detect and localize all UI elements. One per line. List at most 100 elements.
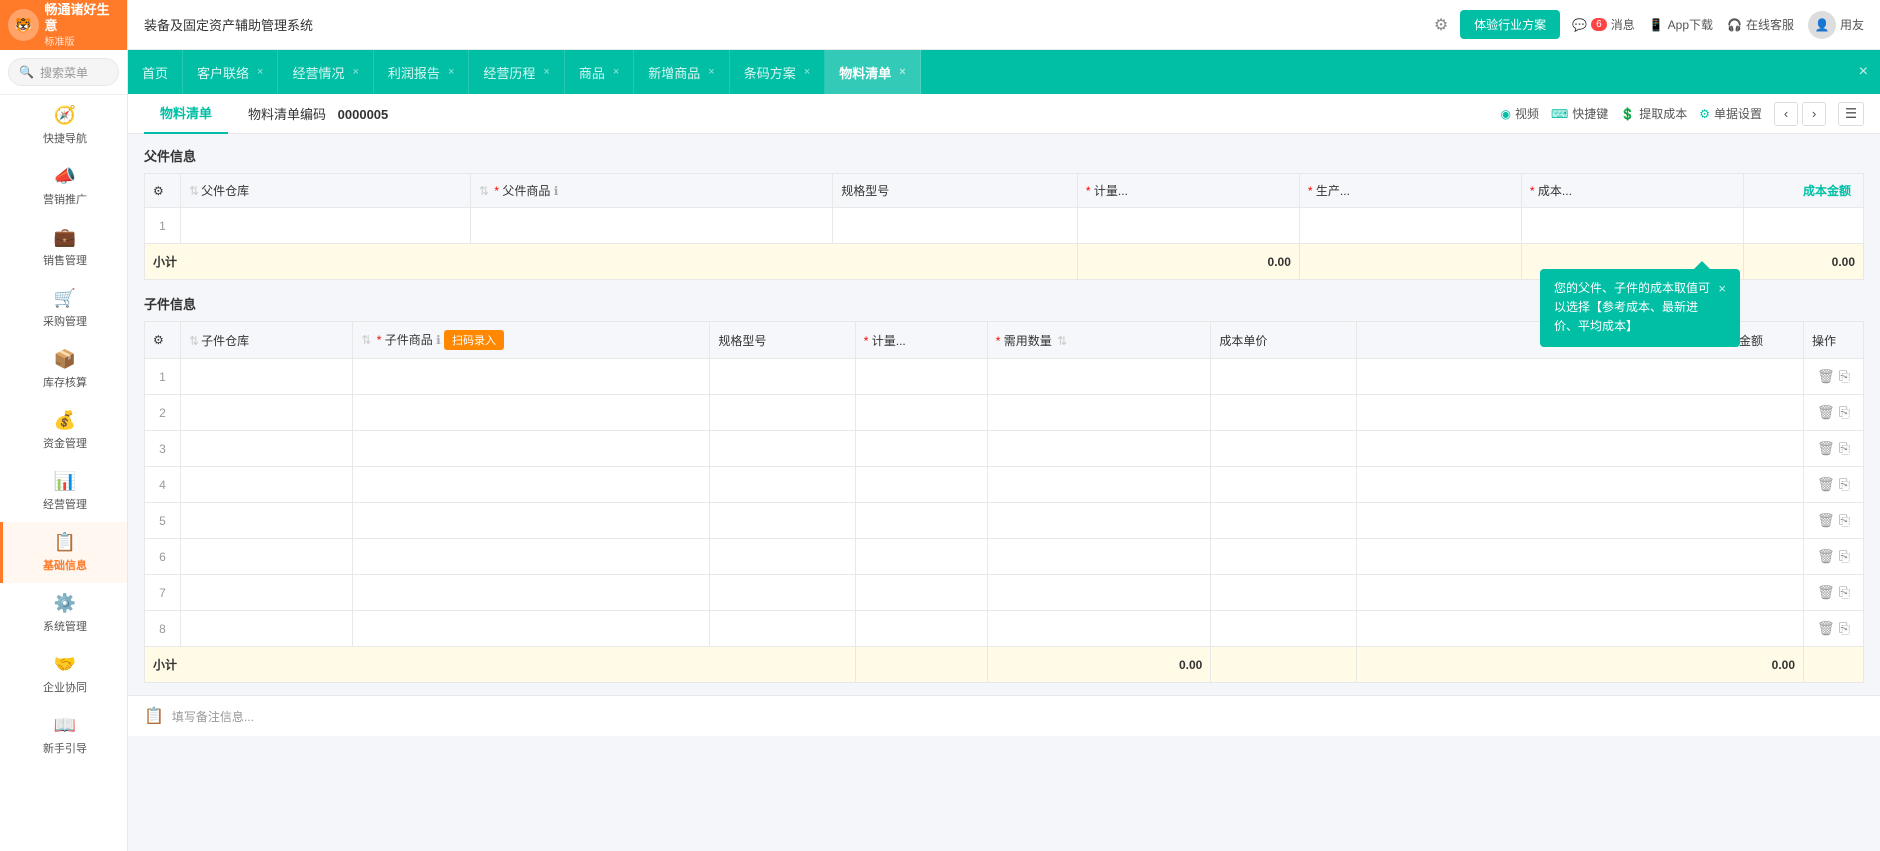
tab-barcode[interactable]: 条码方案 × xyxy=(730,50,825,94)
child-col-settings[interactable]: ⚙ xyxy=(145,322,181,359)
delete-icon[interactable]: 🗑 xyxy=(1817,512,1835,529)
copy-icon[interactable]: ⎘ xyxy=(1839,584,1850,601)
child-unit-cost-cell[interactable] xyxy=(1211,359,1356,395)
tab-goods-close[interactable]: × xyxy=(613,66,619,78)
copy-icon[interactable]: ⎘ xyxy=(1839,440,1850,457)
sidebar-item-purchase[interactable]: 🛒 采购管理 xyxy=(0,278,127,339)
child-warehouse-cell[interactable] xyxy=(181,539,353,575)
child-spec-cell[interactable] xyxy=(710,467,855,503)
child-unit-cell[interactable] xyxy=(855,431,987,467)
copy-icon[interactable]: ⎘ xyxy=(1839,476,1850,493)
tab-goods[interactable]: 商品 × xyxy=(565,50,634,94)
search-menu-button[interactable]: 🔍 搜索菜单 xyxy=(8,58,119,86)
tab-profit-close[interactable]: × xyxy=(448,66,454,78)
delete-icon[interactable]: 🗑 xyxy=(1817,476,1835,493)
tab-new-goods[interactable]: 新增商品 × xyxy=(634,50,729,94)
child-spec-cell[interactable] xyxy=(710,503,855,539)
child-spec-cell[interactable] xyxy=(710,431,855,467)
extract-cost-action[interactable]: 💲 提取成本 xyxy=(1620,105,1687,122)
sidebar-item-cooperation[interactable]: 🤝 企业协同 xyxy=(0,644,127,705)
trial-button[interactable]: 体验行业方案 xyxy=(1460,10,1560,39)
child-unit-cost-cell[interactable] xyxy=(1211,503,1356,539)
child-unit-cost-cell[interactable] xyxy=(1211,539,1356,575)
sub-tab-bom[interactable]: 物料清单 xyxy=(144,94,228,134)
parent-unit-cell[interactable] xyxy=(1077,208,1299,244)
table-view-btn[interactable]: ☰ xyxy=(1838,102,1864,126)
settings-icon[interactable]: ⚙ xyxy=(1434,15,1448,35)
user-menu[interactable]: 👤 用友 xyxy=(1808,11,1864,39)
child-unit-cost-cell[interactable] xyxy=(1211,431,1356,467)
parent-cost-cell[interactable] xyxy=(1521,208,1743,244)
copy-icon[interactable]: ⎘ xyxy=(1839,404,1850,421)
child-unit-cost-cell[interactable] xyxy=(1211,575,1356,611)
child-qty-cell[interactable] xyxy=(987,431,1211,467)
child-unit-cell[interactable] xyxy=(855,395,987,431)
tab-operations-close[interactable]: × xyxy=(352,66,358,78)
sidebar-item-finance[interactable]: 💰 资金管理 xyxy=(0,400,127,461)
tooltip-close-button[interactable]: × xyxy=(1718,279,1726,300)
tab-bom-close[interactable]: × xyxy=(899,66,905,78)
child-goods-cell[interactable] xyxy=(353,431,710,467)
child-qty-cell[interactable] xyxy=(987,503,1211,539)
tab-new-goods-close[interactable]: × xyxy=(708,66,714,78)
copy-icon[interactable]: ⎘ xyxy=(1839,512,1850,529)
child-qty-cell[interactable] xyxy=(987,611,1211,647)
view-action[interactable]: ◉ 视频 xyxy=(1500,105,1539,122)
child-qty-cell[interactable] xyxy=(987,395,1211,431)
tab-bom[interactable]: 物料清单 × xyxy=(825,50,920,94)
child-unit-cost-cell[interactable] xyxy=(1211,395,1356,431)
child-goods-cell[interactable] xyxy=(353,575,710,611)
child-unit-cell[interactable] xyxy=(855,539,987,575)
child-warehouse-cell[interactable] xyxy=(181,431,353,467)
tab-customer-close[interactable]: × xyxy=(257,66,263,78)
tab-history-close[interactable]: × xyxy=(543,66,549,78)
sidebar-item-marketing[interactable]: 📣 营销推广 xyxy=(0,156,127,217)
page-prev-btn[interactable]: ‹ xyxy=(1774,102,1798,126)
sidebar-item-basic-info[interactable]: 📋 基础信息 xyxy=(0,522,127,583)
child-unit-cell[interactable] xyxy=(855,467,987,503)
sidebar-item-operations[interactable]: 📊 经营管理 xyxy=(0,461,127,522)
child-spec-cell[interactable] xyxy=(710,611,855,647)
app-download-button[interactable]: 📱 App下载 xyxy=(1649,16,1713,33)
child-unit-cost-cell[interactable] xyxy=(1211,611,1356,647)
tab-profit[interactable]: 利润报告 × xyxy=(374,50,469,94)
tab-customer[interactable]: 客户联络 × xyxy=(183,50,278,94)
child-unit-cell[interactable] xyxy=(855,359,987,395)
child-spec-cell[interactable] xyxy=(710,575,855,611)
delete-icon[interactable]: 🗑 xyxy=(1817,548,1835,565)
copy-icon[interactable]: ⎘ xyxy=(1839,368,1850,385)
child-qty-cell[interactable] xyxy=(987,467,1211,503)
parent-col-settings[interactable]: ⚙ xyxy=(145,174,181,208)
single-settings-action[interactable]: ⚙ 单据设置 xyxy=(1699,105,1762,122)
parent-spec-cell[interactable] xyxy=(833,208,1078,244)
page-next-btn[interactable]: › xyxy=(1802,102,1826,126)
child-warehouse-cell[interactable] xyxy=(181,611,353,647)
shortcut-action[interactable]: ⌨ 快捷键 xyxy=(1551,105,1608,122)
delete-icon[interactable]: 🗑 xyxy=(1817,368,1835,385)
tab-history[interactable]: 经营历程 × xyxy=(469,50,564,94)
sidebar-item-sales[interactable]: 💼 销售管理 xyxy=(0,217,127,278)
child-warehouse-cell[interactable] xyxy=(181,359,353,395)
child-spec-cell[interactable] xyxy=(710,359,855,395)
child-goods-cell[interactable] xyxy=(353,359,710,395)
close-all-button[interactable]: × xyxy=(1847,63,1880,81)
delete-icon[interactable]: 🗑 xyxy=(1817,584,1835,601)
child-goods-cell[interactable] xyxy=(353,611,710,647)
delete-icon[interactable]: 🗑 xyxy=(1817,440,1835,457)
sidebar-item-inventory[interactable]: 📦 库存核算 xyxy=(0,339,127,400)
sidebar-item-guide[interactable]: 📖 新手引导 xyxy=(0,705,127,766)
child-warehouse-cell[interactable] xyxy=(181,503,353,539)
scan-button[interactable]: 扫码录入 xyxy=(444,330,504,350)
tab-home[interactable]: 首页 xyxy=(128,50,183,94)
copy-icon[interactable]: ⎘ xyxy=(1839,620,1850,637)
child-goods-cell[interactable] xyxy=(353,503,710,539)
sidebar-item-system[interactable]: ⚙️ 系统管理 xyxy=(0,583,127,644)
parent-warehouse-cell[interactable] xyxy=(181,208,471,244)
child-warehouse-cell[interactable] xyxy=(181,575,353,611)
child-qty-cell[interactable] xyxy=(987,359,1211,395)
child-goods-cell[interactable] xyxy=(353,467,710,503)
parent-production-cell[interactable] xyxy=(1299,208,1521,244)
child-unit-cell[interactable] xyxy=(855,575,987,611)
child-unit-cell[interactable] xyxy=(855,611,987,647)
child-warehouse-cell[interactable] xyxy=(181,395,353,431)
